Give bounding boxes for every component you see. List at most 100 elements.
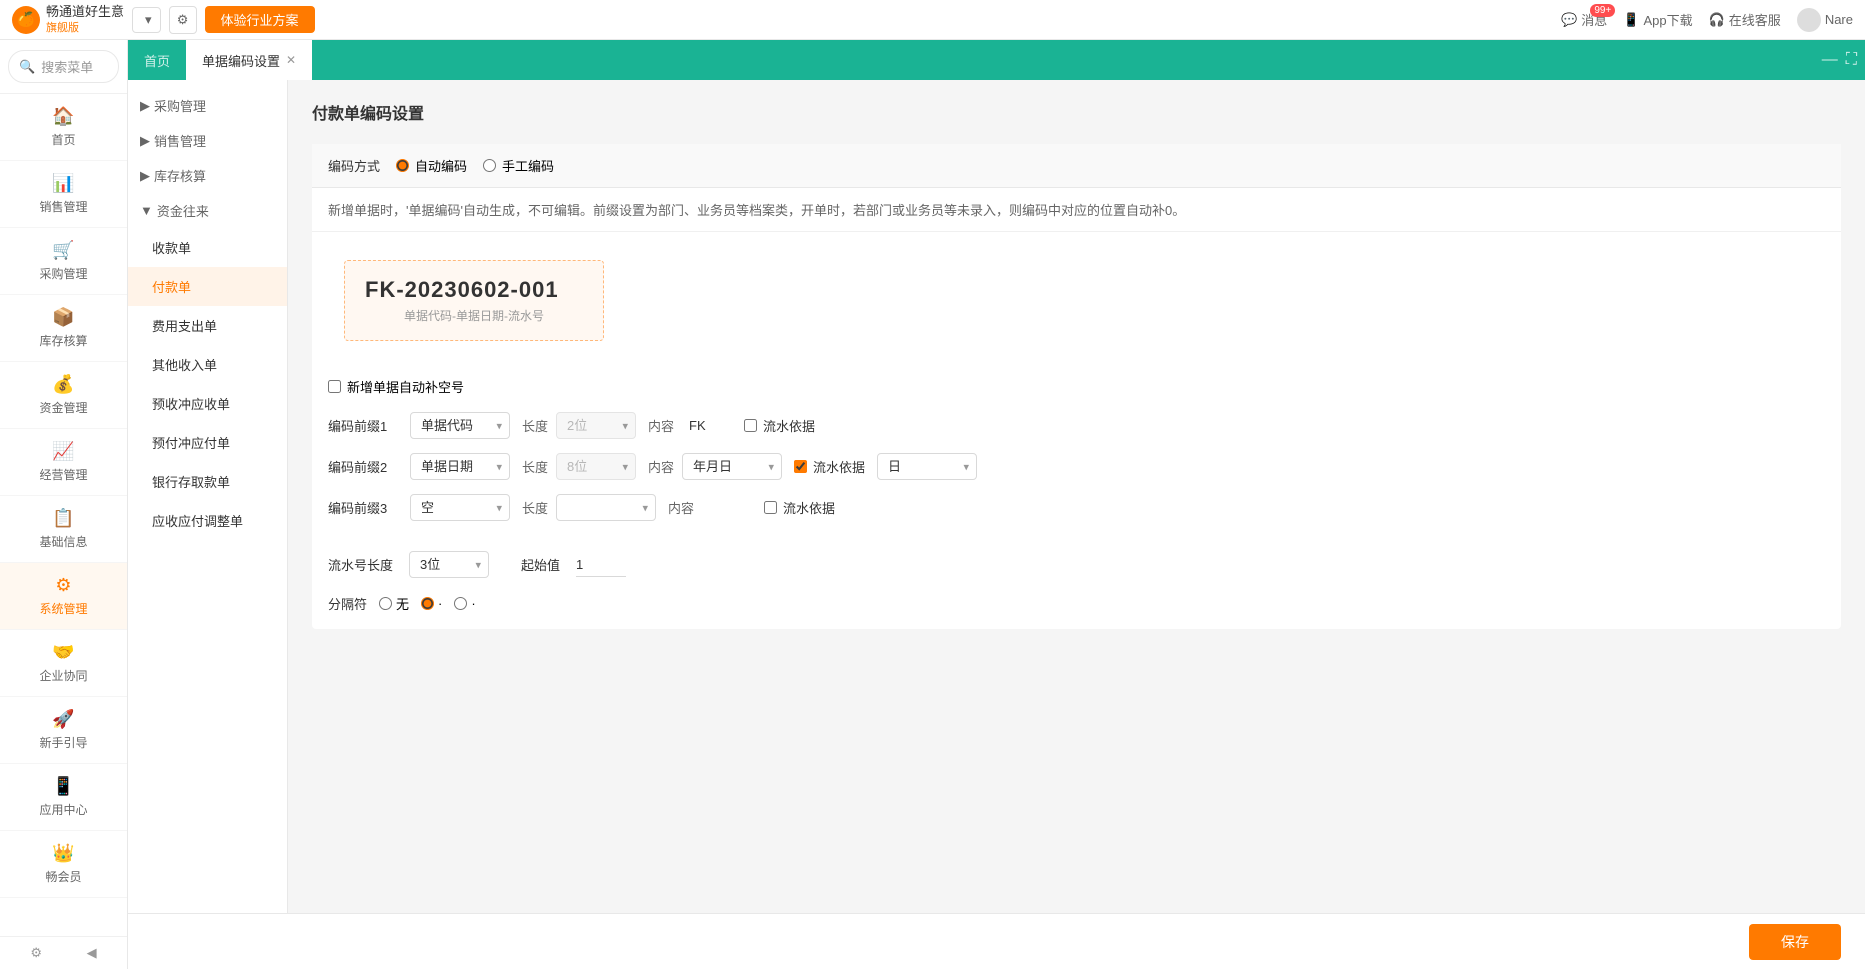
home-icon: 🏠	[52, 106, 74, 127]
submenu-item-receipt[interactable]: 收款单	[128, 228, 287, 267]
prefix1-label: 编码前缀1	[328, 416, 398, 435]
prefix3-select[interactable]: 空 单据代码 单据日期	[410, 494, 510, 521]
sidebar-item-inventory[interactable]: 📦 库存核算	[0, 295, 127, 362]
prefix2-content-wrapper: 年月日 年月 年	[682, 453, 782, 480]
trial-button[interactable]: 体验行业方案	[205, 6, 315, 33]
top-bar-controls: ▾ ⚙ 体验行业方案	[132, 6, 315, 34]
submenu-item-bank[interactable]: 银行存取款单	[128, 462, 287, 501]
sidebar-item-vip[interactable]: 👑 畅会员	[0, 831, 127, 898]
page-title: 付款单编码设置	[312, 100, 1841, 124]
radio-auto-encode[interactable]: 自动编码	[396, 156, 467, 175]
sidebar-item-purchase[interactable]: 🛒 采购管理	[0, 228, 127, 295]
sidebar-item-base-info[interactable]: 📋 基础信息	[0, 496, 127, 563]
app-download-button[interactable]: 📱 App下载	[1623, 10, 1692, 29]
prefix2-extra-select[interactable]: 日 月 年	[877, 453, 977, 480]
prefix3-len-wrapper	[556, 494, 656, 521]
purchase-icon: 🛒	[52, 240, 74, 261]
sidebar-bottom: ⚙ ◀	[0, 936, 127, 969]
prefix2-serial-check[interactable]: 流水依据	[794, 457, 865, 476]
message-icon: 💬	[1561, 12, 1577, 28]
submenu-group-inventory[interactable]: ▶ 库存核算	[128, 158, 287, 193]
settings-button[interactable]: ⚙	[169, 6, 197, 34]
search-menu-button[interactable]: 🔍 搜索菜单	[8, 50, 119, 83]
sep-label: 分隔符	[328, 594, 367, 613]
sep-none[interactable]: 无	[379, 594, 409, 613]
tab-encode-settings[interactable]: 单据编码设置 ✕	[186, 40, 312, 80]
sidebar-item-operations[interactable]: 📈 经营管理	[0, 429, 127, 496]
sidebar-item-apps[interactable]: 📱 应用中心	[0, 764, 127, 831]
collapse-icon[interactable]: ◀	[87, 945, 97, 961]
submenu-group-purchase[interactable]: ▶ 采购管理	[128, 88, 287, 123]
prefix3-serial-check[interactable]: 流水依据	[764, 498, 835, 517]
chevron-right-icon: ▶	[140, 98, 150, 114]
tab-expand-icon[interactable]: ⛶	[1846, 51, 1857, 69]
newbie-icon: 🚀	[52, 709, 74, 730]
user-menu[interactable]: Nare	[1797, 8, 1853, 32]
avatar	[1797, 8, 1821, 32]
sales-icon: 📊	[52, 173, 74, 194]
logo-text: 畅通道好生意 旗舰版	[46, 4, 124, 35]
serial-len-select[interactable]: 3位 4位 5位 6位	[409, 551, 489, 578]
message-button[interactable]: 💬 消息 99+	[1561, 10, 1607, 29]
config-row-prefix1: 编码前缀1 单据代码 单据日期 空 长度	[328, 412, 1825, 439]
sidebar-item-enterprise[interactable]: 🤝 企业协同	[0, 630, 127, 697]
submenu-group-capital[interactable]: ▼ 资金往来	[128, 193, 287, 228]
prefix3-label: 编码前缀3	[328, 498, 398, 517]
main-content: 付款单编码设置 编码方式 自动编码 手工编码	[288, 80, 1865, 913]
tab-home[interactable]: 首页	[128, 40, 186, 80]
serial-row: 流水号长度 3位 4位 5位 6位 起始值	[312, 551, 1841, 594]
submenu-item-pre-payment[interactable]: 预付冲应付单	[128, 423, 287, 462]
base-info-icon: 📋	[52, 508, 74, 529]
finance-icon: 💰	[52, 374, 74, 395]
sep-dot2[interactable]: ·	[454, 596, 475, 611]
bottom-bar: 保存	[128, 913, 1865, 969]
sidebar-item-home[interactable]: 🏠 首页	[0, 94, 127, 161]
tab-close-icon[interactable]: ✕	[286, 53, 296, 67]
submenu-item-pre-receipt[interactable]: 预收冲应收单	[128, 384, 287, 423]
save-button[interactable]: 保存	[1749, 924, 1841, 960]
submenu-item-payment[interactable]: 付款单	[128, 267, 287, 306]
config-section: 编码前缀1 单据代码 单据日期 空 长度	[312, 412, 1841, 551]
prefix2-content-field: 内容 年月日 年月 年	[648, 453, 782, 480]
chevron-down-icon: ▾	[145, 12, 152, 28]
sidebar-item-sales[interactable]: 📊 销售管理	[0, 161, 127, 228]
autofill-checkbox[interactable]	[328, 380, 341, 393]
prefix1-select[interactable]: 单据代码 单据日期 空	[410, 412, 510, 439]
sidebar-item-system[interactable]: ⚙ 系统管理	[0, 563, 127, 630]
sep-dot[interactable]: ·	[421, 596, 442, 611]
prefix1-serial-check[interactable]: 流水依据	[744, 416, 815, 435]
top-bar-left: 🍊 畅通道好生意 旗舰版 ▾ ⚙ 体验行业方案	[12, 4, 315, 35]
submenu-item-income[interactable]: 其他收入单	[128, 345, 287, 384]
online-service-button[interactable]: 🎧 在线客服	[1709, 10, 1781, 29]
submenu-group-sales[interactable]: ▶ 销售管理	[128, 123, 287, 158]
prefix2-select[interactable]: 单据日期 单据代码 空	[410, 453, 510, 480]
prefix2-len-select[interactable]: 8位	[556, 453, 636, 480]
submenu-item-expense[interactable]: 费用支出单	[128, 306, 287, 345]
start-value-input[interactable]	[576, 553, 626, 577]
chevron-right-icon-2: ▶	[140, 133, 150, 149]
system-icon: ⚙	[55, 575, 71, 596]
prefix2-content-select[interactable]: 年月日 年月 年	[682, 453, 782, 480]
sidebar-item-newbie[interactable]: 🚀 新手引导	[0, 697, 127, 764]
prefix1-select-wrapper: 单据代码 单据日期 空	[410, 412, 510, 439]
prefix1-len-wrapper: 2位	[556, 412, 636, 439]
encode-method-radio-group: 自动编码 手工编码	[396, 156, 554, 175]
prefix1-content-value: FK	[682, 413, 732, 438]
encode-method-row: 编码方式 自动编码 手工编码	[312, 144, 1841, 188]
sidebar-nav: 🏠 首页 📊 销售管理 🛒 采购管理 📦 库存核算 💰 资金管理 📈 经	[0, 94, 127, 936]
settings-bottom-icon[interactable]: ⚙	[30, 945, 42, 961]
prefix1-len-select[interactable]: 2位	[556, 412, 636, 439]
sidebar-item-finance[interactable]: 💰 资金管理	[0, 362, 127, 429]
prefix3-content-value	[702, 503, 752, 513]
prefix1-content-field: 内容 FK	[648, 413, 732, 438]
autofill-row: 新增单据自动补空号	[312, 369, 1841, 412]
gear-icon: ⚙	[177, 12, 189, 28]
prefix3-len-select[interactable]	[556, 494, 656, 521]
tab-minimize-icon[interactable]: —	[1822, 51, 1838, 69]
dropdown-button[interactable]: ▾	[132, 7, 161, 33]
apps-icon: 📱	[52, 776, 74, 797]
radio-manual-encode[interactable]: 手工编码	[483, 156, 554, 175]
submenu-item-adjustment[interactable]: 应收应付调整单	[128, 501, 287, 540]
prefix2-len-wrapper: 8位	[556, 453, 636, 480]
info-text: 新增单据时，'单据编码'自动生成，不可编辑。前缀设置为部门、业务员等档案类，开单…	[312, 188, 1841, 232]
